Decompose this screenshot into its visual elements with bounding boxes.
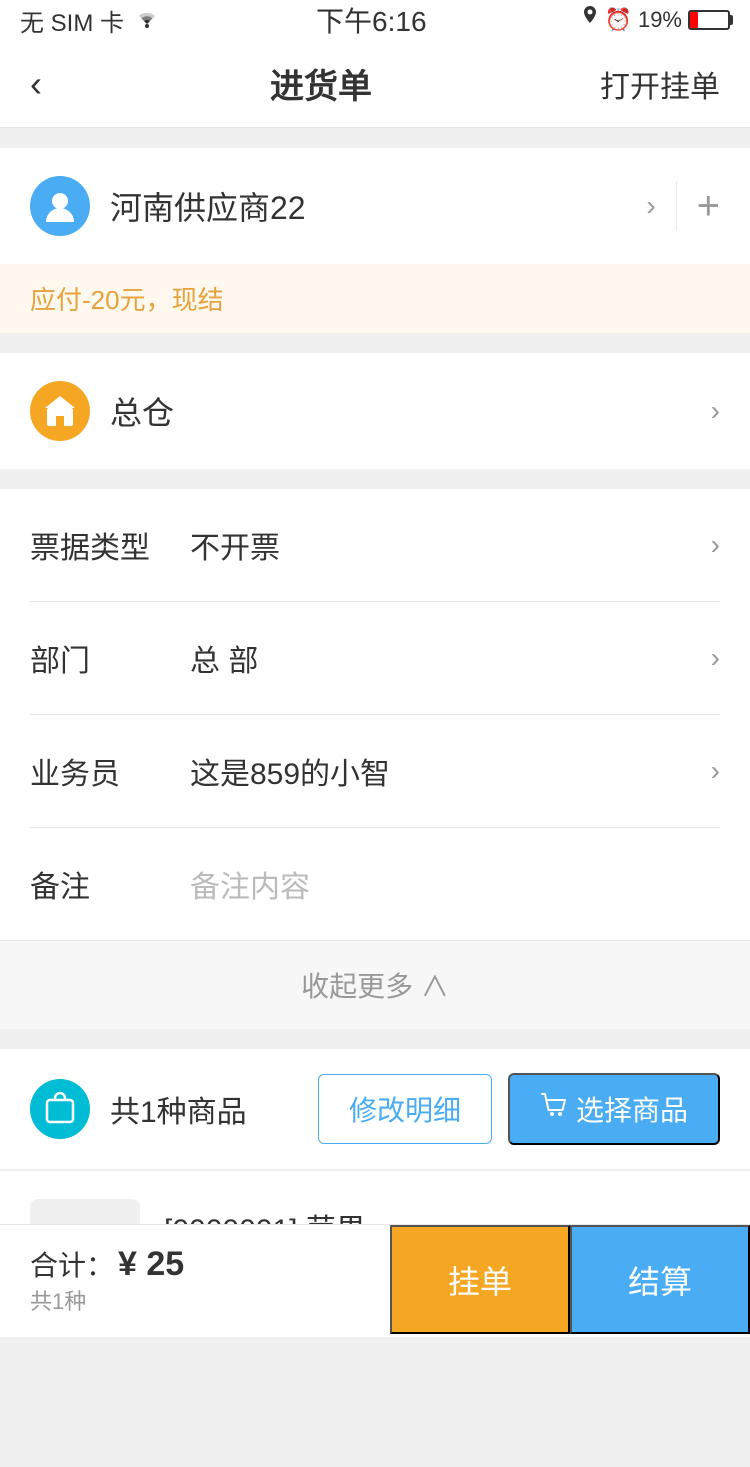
- cart-icon: [540, 1092, 568, 1127]
- sales-label: 业务员: [30, 749, 170, 793]
- supplier-avatar: [30, 176, 90, 236]
- nav-bar: ‹ 进货单 打开挂单: [0, 40, 750, 128]
- warehouse-icon: [30, 381, 90, 441]
- select-product-button[interactable]: 选择商品: [508, 1073, 720, 1145]
- supplier-name: 河南供应商22: [110, 183, 646, 229]
- hold-button[interactable]: 挂单: [390, 1225, 570, 1334]
- supplier-divider: [676, 181, 677, 231]
- alarm-icon: ⏰: [605, 7, 632, 33]
- battery-percent: 19%: [638, 7, 682, 33]
- invoice-value: 不开票: [170, 523, 711, 567]
- warehouse-row[interactable]: 总仓 ›: [0, 353, 750, 469]
- sales-row[interactable]: 业务员 这是859的小智 ›: [0, 715, 750, 827]
- total-amount: ¥ 25: [118, 1245, 184, 1284]
- remark-row[interactable]: 备注 备注内容: [0, 828, 750, 940]
- sales-chevron-icon: ›: [711, 755, 720, 787]
- dept-chevron-icon: ›: [711, 642, 720, 674]
- checkout-button[interactable]: 结算: [570, 1225, 750, 1334]
- dept-value: 总 部: [170, 636, 711, 680]
- back-button[interactable]: ‹: [30, 63, 42, 105]
- collapse-button[interactable]: 收起更多 ∧: [0, 940, 750, 1029]
- status-bar-time: 下午6:16: [316, 0, 427, 40]
- sales-value: 这是859的小智: [170, 749, 711, 793]
- dept-label: 部门: [30, 636, 170, 680]
- page-title: 进货单: [270, 59, 372, 108]
- warehouse-chevron-icon: ›: [711, 395, 720, 427]
- bottom-bar: 合计： ¥ 25 共1种 挂单 结算: [0, 1224, 750, 1334]
- balance-notice: 应付-20元，现结: [0, 264, 750, 333]
- carrier-label: 无 SIM 卡: [20, 3, 124, 38]
- products-icon: [30, 1079, 90, 1139]
- remark-input[interactable]: 备注内容: [170, 862, 720, 906]
- section-gap-2: [0, 333, 750, 353]
- invoice-chevron-icon: ›: [711, 529, 720, 561]
- status-bar-right: ⏰ 19%: [581, 6, 730, 34]
- supplier-chevron-icon: ›: [646, 190, 655, 222]
- add-supplier-button[interactable]: +: [697, 184, 720, 229]
- supplier-row[interactable]: 河南供应商22 › +: [0, 148, 750, 264]
- invoice-label: 票据类型: [30, 523, 170, 567]
- total-count: 共1种: [30, 1284, 360, 1316]
- products-header: 共1种商品 修改明细 选择商品: [0, 1049, 750, 1169]
- remark-label: 备注: [30, 862, 170, 906]
- wifi-icon: [132, 6, 162, 35]
- total-section: 合计： ¥ 25 共1种: [0, 1225, 390, 1334]
- dept-row[interactable]: 部门 总 部 ›: [0, 602, 750, 714]
- select-product-label: 选择商品: [576, 1089, 688, 1129]
- battery-icon: [688, 10, 730, 30]
- edit-detail-button[interactable]: 修改明细: [318, 1074, 492, 1144]
- total-label: 合计：: [30, 1244, 114, 1284]
- invoice-row[interactable]: 票据类型 不开票 ›: [0, 489, 750, 601]
- form-section: 票据类型 不开票 › 部门 总 部 › 业务员 这是859的小智 › 备注 备注…: [0, 489, 750, 940]
- location-icon: [581, 6, 599, 34]
- section-gap-1: [0, 128, 750, 148]
- products-count-label: 共1种商品: [110, 1087, 318, 1131]
- status-bar: 无 SIM 卡 下午6:16 ⏰ 19%: [0, 0, 750, 40]
- bottom-spacer: [0, 1337, 750, 1467]
- status-bar-left: 无 SIM 卡: [20, 3, 162, 38]
- open-pending-button[interactable]: 打开挂单: [600, 62, 720, 106]
- section-gap-3: [0, 469, 750, 489]
- warehouse-name: 总仓: [110, 388, 711, 434]
